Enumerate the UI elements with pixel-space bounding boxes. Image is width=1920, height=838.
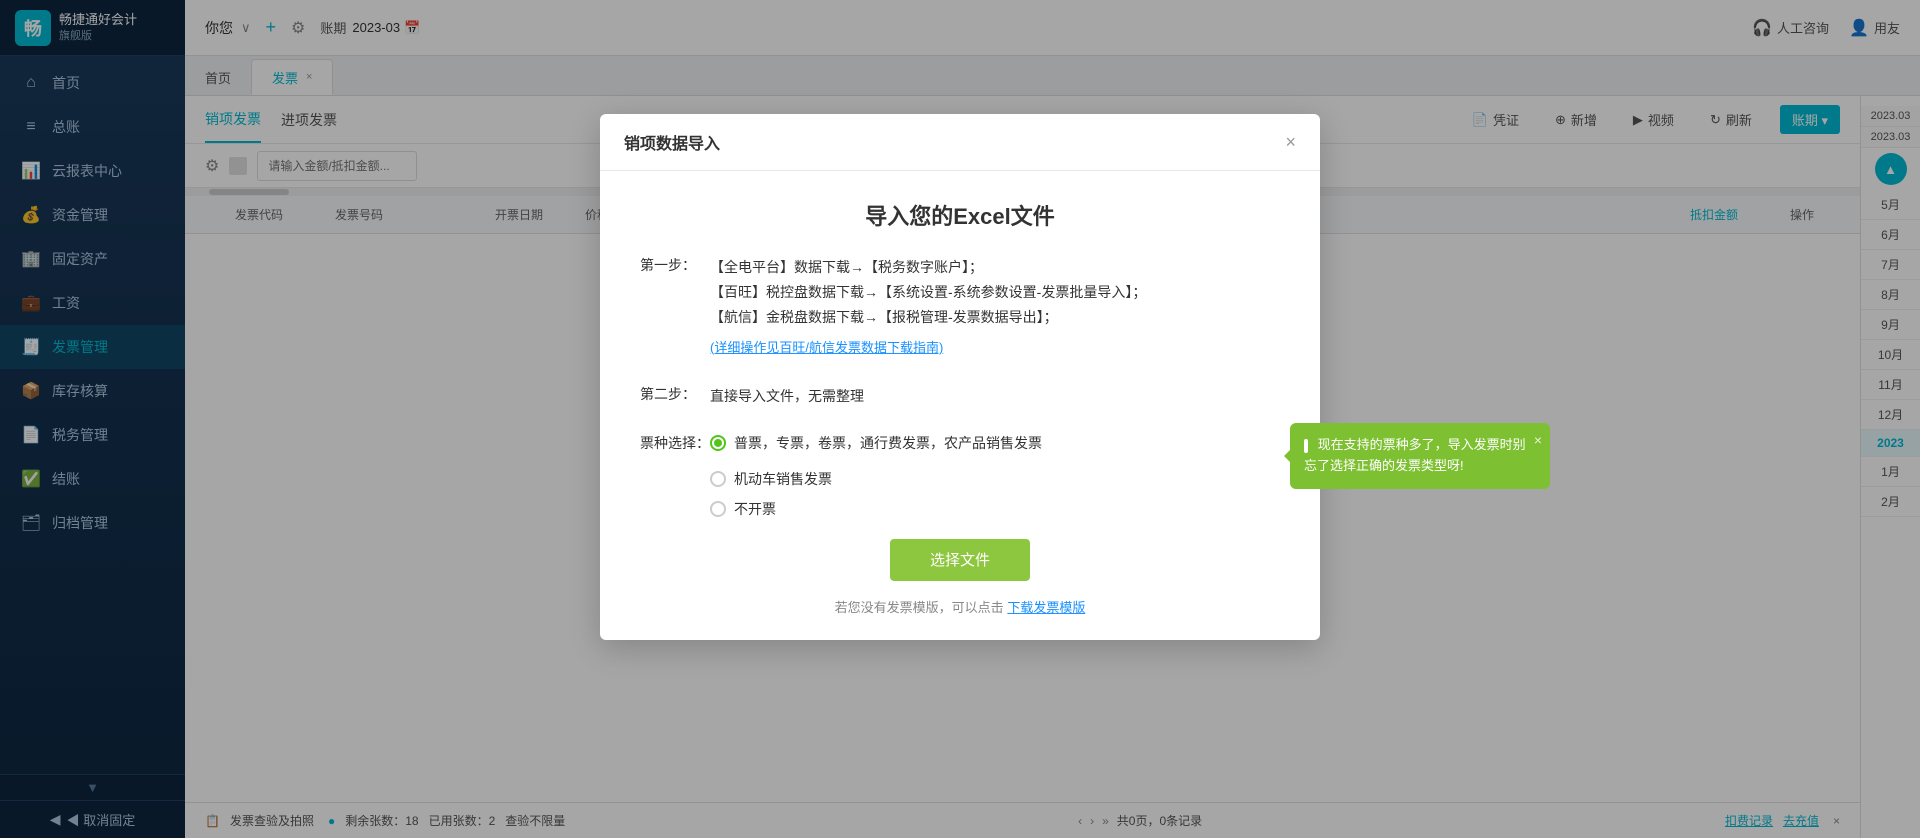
modal-title: 销项数据导入 xyxy=(624,130,720,154)
step1-content: 【全电平台】数据下载→【税务数字账户】； 【百旺】税控盘数据下载→【系统设置-系… xyxy=(710,255,1146,360)
radio-no-circle xyxy=(710,501,726,517)
modal-header: 销项数据导入 × xyxy=(600,114,1320,171)
step1-label: 第一步： xyxy=(640,255,710,275)
step2-content: 直接导入文件，无需整理 xyxy=(710,384,864,409)
ticket-label: 票种选择： xyxy=(640,433,710,453)
step1-guide-link[interactable]: (详细操作见百旺/航信发票数据下载指南) xyxy=(710,340,943,355)
tooltip-bubble: × 现在支持的票种多了，导入发票时别忘了选择正确的发票类型呀! xyxy=(1290,423,1550,489)
modal-body: 导入您的Excel文件 第一步： 【全电平台】数据下载→【税务数字账户】； 【百… xyxy=(600,171,1320,640)
modal-main-title: 导入您的Excel文件 xyxy=(640,199,1280,231)
step-1: 第一步： 【全电平台】数据下载→【税务数字账户】； 【百旺】税控盘数据下载→【系… xyxy=(640,255,1280,366)
select-file-button[interactable]: 选择文件 xyxy=(890,539,1030,581)
ticket-selection: 票种选择： 普票，专票，卷票，通行费发票，农产品销售发票 × 现在支持的票种多了… xyxy=(640,433,1280,519)
download-template-link[interactable]: 下载发票模版 xyxy=(1007,600,1085,615)
ticket-label-row: 票种选择： 普票，专票，卷票，通行费发票，农产品销售发票 × 现在支持的票种多了… xyxy=(640,433,1280,453)
tooltip-close-button[interactable]: × xyxy=(1534,429,1542,451)
modal-footer: 若您没有发票模版，可以点击 下载发票模版 xyxy=(640,597,1280,616)
radio-motor-ticket[interactable]: 机动车销售发票 xyxy=(710,469,1280,489)
radio-no-ticket[interactable]: 不开票 xyxy=(710,499,1280,519)
import-modal: 销项数据导入 × 导入您的Excel文件 第一步： 【全电平台】数据下载→【税务… xyxy=(600,114,1320,640)
radio-motor-circle xyxy=(710,471,726,487)
step1-row: 第一步： 【全电平台】数据下载→【税务数字账户】； 【百旺】税控盘数据下载→【系… xyxy=(640,255,1280,360)
step2-label: 第二步： xyxy=(640,384,710,404)
step2-row: 第二步： 直接导入文件，无需整理 xyxy=(640,384,1280,409)
radio-normal-ticket[interactable]: 普票，专票，卷票，通行费发票，农产品销售发票 xyxy=(710,433,1042,453)
modal-close-button[interactable]: × xyxy=(1285,133,1296,151)
radio-normal-circle xyxy=(710,435,726,451)
step-2: 第二步： 直接导入文件，无需整理 xyxy=(640,384,1280,415)
